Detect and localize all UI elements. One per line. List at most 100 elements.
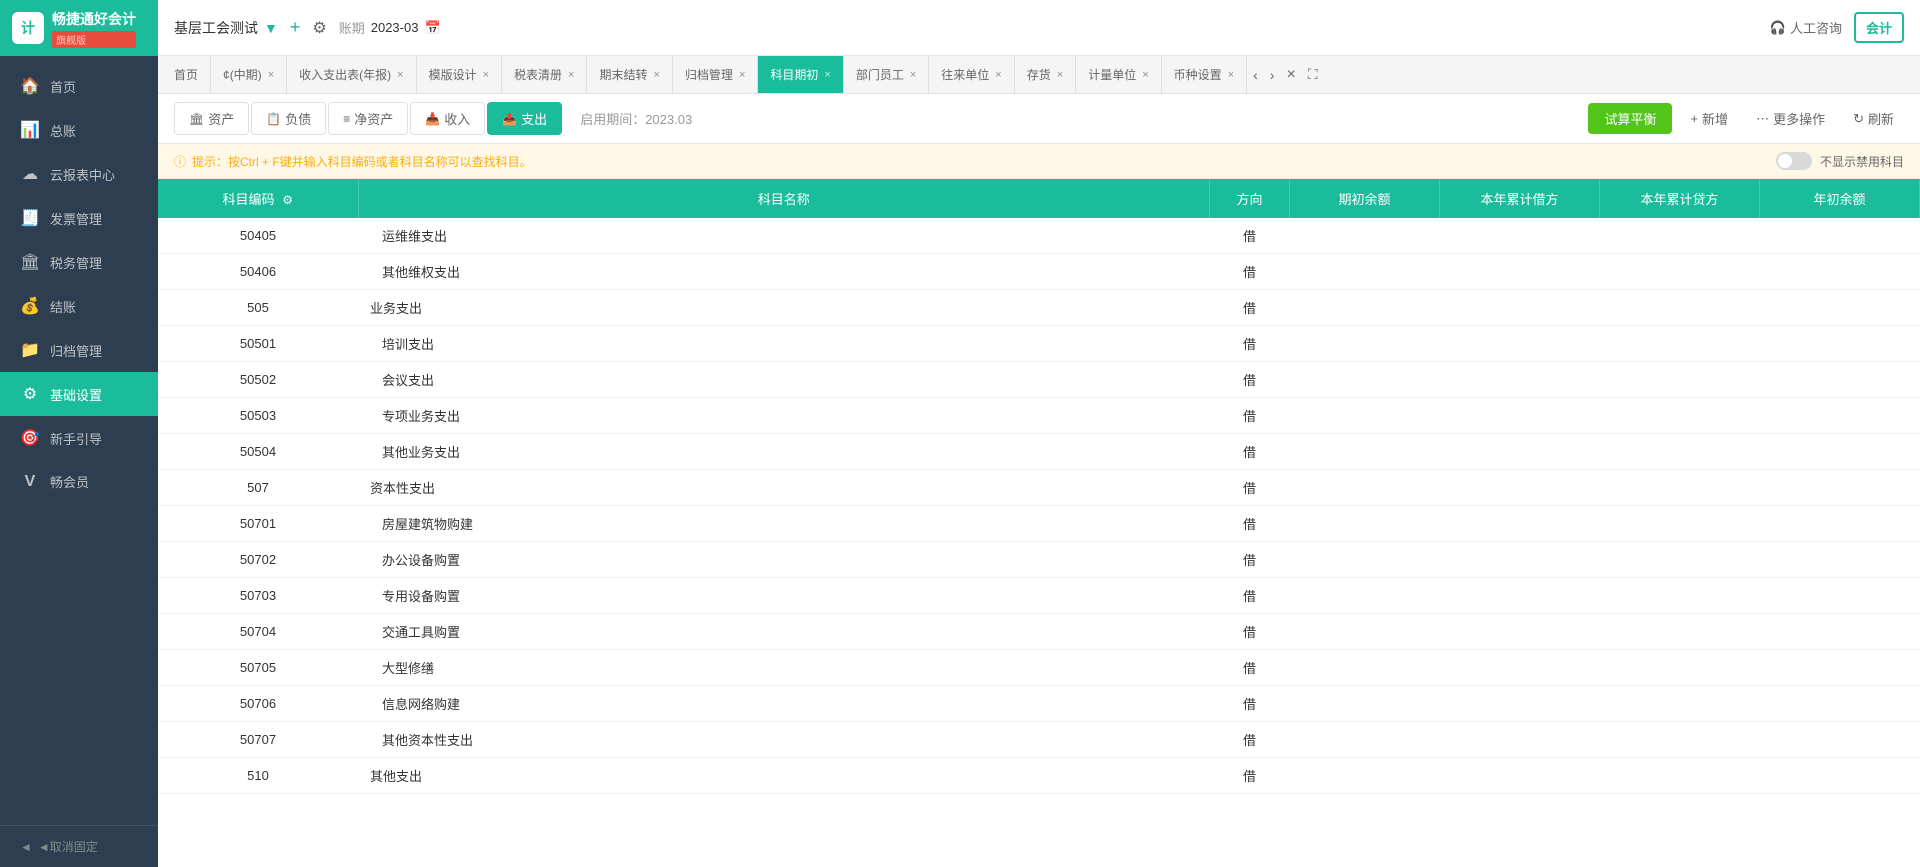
sidebar-item-checkout[interactable]: 💰 结账 xyxy=(0,284,158,328)
tab-expand-btn[interactable]: ⛶ xyxy=(1302,62,1324,87)
tab-contacts-close[interactable]: × xyxy=(995,69,1001,81)
table-row[interactable]: 50701 房屋建筑物购建 借 xyxy=(158,506,1920,542)
cell-year-balance xyxy=(1760,326,1920,362)
table-row[interactable]: 507 资本性支出 借 xyxy=(158,470,1920,506)
support-btn[interactable]: 🎧 人工咨询 xyxy=(1770,18,1842,37)
table-row[interactable]: 50503 专项业务支出 借 xyxy=(158,398,1920,434)
tab-archive[interactable]: 归档管理 × xyxy=(673,56,758,94)
sidebar-label-cloud: 云报表中心 xyxy=(50,165,115,184)
sidebar-item-invoice[interactable]: 🧾 发票管理 xyxy=(0,196,158,240)
sidebar-item-settings[interactable]: ⚙ 基础设置 xyxy=(0,372,158,416)
tab-annual[interactable]: 收入支出表(年报) × xyxy=(287,56,416,94)
tab-unit[interactable]: 计量单位 × xyxy=(1076,56,1161,94)
topbar-settings-icon[interactable]: ⚙ xyxy=(312,18,326,38)
col-header-code: 科目编码 ⚙ xyxy=(158,179,358,218)
cell-credit xyxy=(1600,326,1760,362)
more-actions-btn[interactable]: ⋯ 更多操作 xyxy=(1746,103,1835,134)
cell-credit xyxy=(1600,218,1760,254)
tab-period-end[interactable]: 期末结转 × xyxy=(587,56,672,94)
table-row[interactable]: 510 其他支出 借 xyxy=(158,758,1920,794)
tab-interim-close[interactable]: × xyxy=(268,69,274,81)
table-row[interactable]: 50405 运维维支出 借 xyxy=(158,218,1920,254)
tab-taxlist-close[interactable]: × xyxy=(568,69,574,81)
tab-contacts[interactable]: 往来单位 × xyxy=(929,56,1014,94)
member-icon: V xyxy=(20,473,40,491)
app-title: 畅捷通好会计 xyxy=(52,9,136,29)
subjects-table-container[interactable]: 科目编码 ⚙ 科目名称 方向 期初余额 本年累计借方 本年累计贷方 年初余额 5… xyxy=(158,179,1920,867)
home-icon: 🏠 xyxy=(20,76,40,96)
add-btn[interactable]: + 新增 xyxy=(1680,103,1738,134)
sidebar-label-settings: 基础设置 xyxy=(50,385,102,404)
tab-period-end-close[interactable]: × xyxy=(653,69,659,81)
table-row[interactable]: 50504 其他业务支出 借 xyxy=(158,434,1920,470)
subtab-income-label: 收入 xyxy=(444,109,470,128)
tab-subject-init-label: 科目期初 xyxy=(770,66,818,83)
disable-toggle[interactable] xyxy=(1776,152,1812,170)
subtab-expense-label: 支出 xyxy=(521,109,547,128)
tab-nav-next[interactable]: › xyxy=(1264,63,1281,87)
tab-inventory[interactable]: 存货 × xyxy=(1015,56,1076,94)
add-company-btn[interactable]: + xyxy=(290,17,301,38)
collapse-label: ◄取消固定 xyxy=(38,838,98,855)
sidebar-item-guide[interactable]: 🎯 新手引导 xyxy=(0,416,158,460)
tab-dept[interactable]: 部门员工 × xyxy=(844,56,929,94)
table-row[interactable]: 50406 其他维权支出 借 xyxy=(158,254,1920,290)
subtab-liability[interactable]: 📋 负债 xyxy=(251,102,326,135)
sidebar-item-ledger[interactable]: 📊 总账 xyxy=(0,108,158,152)
subtab-income[interactable]: 📥 收入 xyxy=(410,102,485,135)
col-header-year-balance: 年初余额 xyxy=(1760,179,1920,218)
company-selector[interactable]: 基层工会测试 ▼ xyxy=(174,18,278,38)
table-row[interactable]: 50702 办公设备购置 借 xyxy=(158,542,1920,578)
cell-debit xyxy=(1440,434,1600,470)
sidebar-item-home[interactable]: 🏠 首页 xyxy=(0,64,158,108)
cell-name: 办公设备购置 xyxy=(358,542,1210,578)
tab-currency[interactable]: 币种设置 × xyxy=(1162,56,1247,94)
tab-inventory-label: 存货 xyxy=(1027,66,1051,83)
tab-dept-close[interactable]: × xyxy=(910,69,916,81)
tab-subject-init[interactable]: 科目期初 × xyxy=(758,56,843,94)
cell-balance xyxy=(1290,686,1440,722)
sidebar-item-archive[interactable]: 📁 归档管理 xyxy=(0,328,158,372)
cell-name: 专项业务支出 xyxy=(358,398,1210,434)
sidebar-item-tax[interactable]: 🏛 税务管理 xyxy=(0,240,158,284)
col-header-debit: 本年累计借方 xyxy=(1440,179,1600,218)
calc-balance-btn[interactable]: 试算平衡 xyxy=(1588,103,1672,134)
sidebar-collapse-btn[interactable]: ◄ ◄取消固定 xyxy=(0,825,158,867)
tab-home-label: 首页 xyxy=(174,66,198,83)
cell-name: 其他维权支出 xyxy=(358,254,1210,290)
tab-inventory-close[interactable]: × xyxy=(1057,69,1063,81)
calendar-icon[interactable]: 📅 xyxy=(424,20,440,36)
tab-close-all-btn[interactable]: × xyxy=(1280,62,1301,88)
cell-credit xyxy=(1600,470,1760,506)
table-row[interactable]: 505 业务支出 借 xyxy=(158,290,1920,326)
subtab-expense[interactable]: 📤 支出 xyxy=(487,102,562,135)
cell-credit xyxy=(1600,434,1760,470)
tab-template-close[interactable]: × xyxy=(483,69,489,81)
user-role-badge[interactable]: 会计 xyxy=(1854,12,1904,43)
tab-taxlist[interactable]: 税表清册 × xyxy=(502,56,587,94)
col-settings-icon[interactable]: ⚙ xyxy=(282,193,293,207)
tab-subject-init-close[interactable]: × xyxy=(824,69,830,81)
table-row[interactable]: 50706 信息网络购建 借 xyxy=(158,686,1920,722)
tab-interim[interactable]: ¢(中期) × xyxy=(211,56,287,94)
subtab-equity[interactable]: ≡ 净资产 xyxy=(328,102,408,135)
cell-debit xyxy=(1440,218,1600,254)
table-row[interactable]: 50705 大型修缮 借 xyxy=(158,650,1920,686)
table-row[interactable]: 50704 交通工具购置 借 xyxy=(158,614,1920,650)
cell-direction: 借 xyxy=(1210,650,1290,686)
tab-home[interactable]: 首页 xyxy=(162,56,211,94)
table-row[interactable]: 50502 会议支出 借 xyxy=(158,362,1920,398)
table-row[interactable]: 50703 专用设备购置 借 xyxy=(158,578,1920,614)
table-row[interactable]: 50707 其他资本性支出 借 xyxy=(158,722,1920,758)
tab-annual-close[interactable]: × xyxy=(397,69,403,81)
tab-currency-close[interactable]: × xyxy=(1228,69,1234,81)
tab-archive-close[interactable]: × xyxy=(739,69,745,81)
sidebar-item-member[interactable]: V 畅会员 xyxy=(0,460,158,503)
tab-unit-close[interactable]: × xyxy=(1142,69,1148,81)
tab-template[interactable]: 模版设计 × xyxy=(417,56,502,94)
refresh-btn[interactable]: ↻ 刷新 xyxy=(1843,103,1904,134)
table-row[interactable]: 50501 培训支出 借 xyxy=(158,326,1920,362)
subtab-asset[interactable]: 🏛 资产 xyxy=(174,102,249,135)
tab-nav-prev[interactable]: ‹ xyxy=(1247,63,1264,87)
sidebar-item-cloud[interactable]: ☁ 云报表中心 xyxy=(0,152,158,196)
